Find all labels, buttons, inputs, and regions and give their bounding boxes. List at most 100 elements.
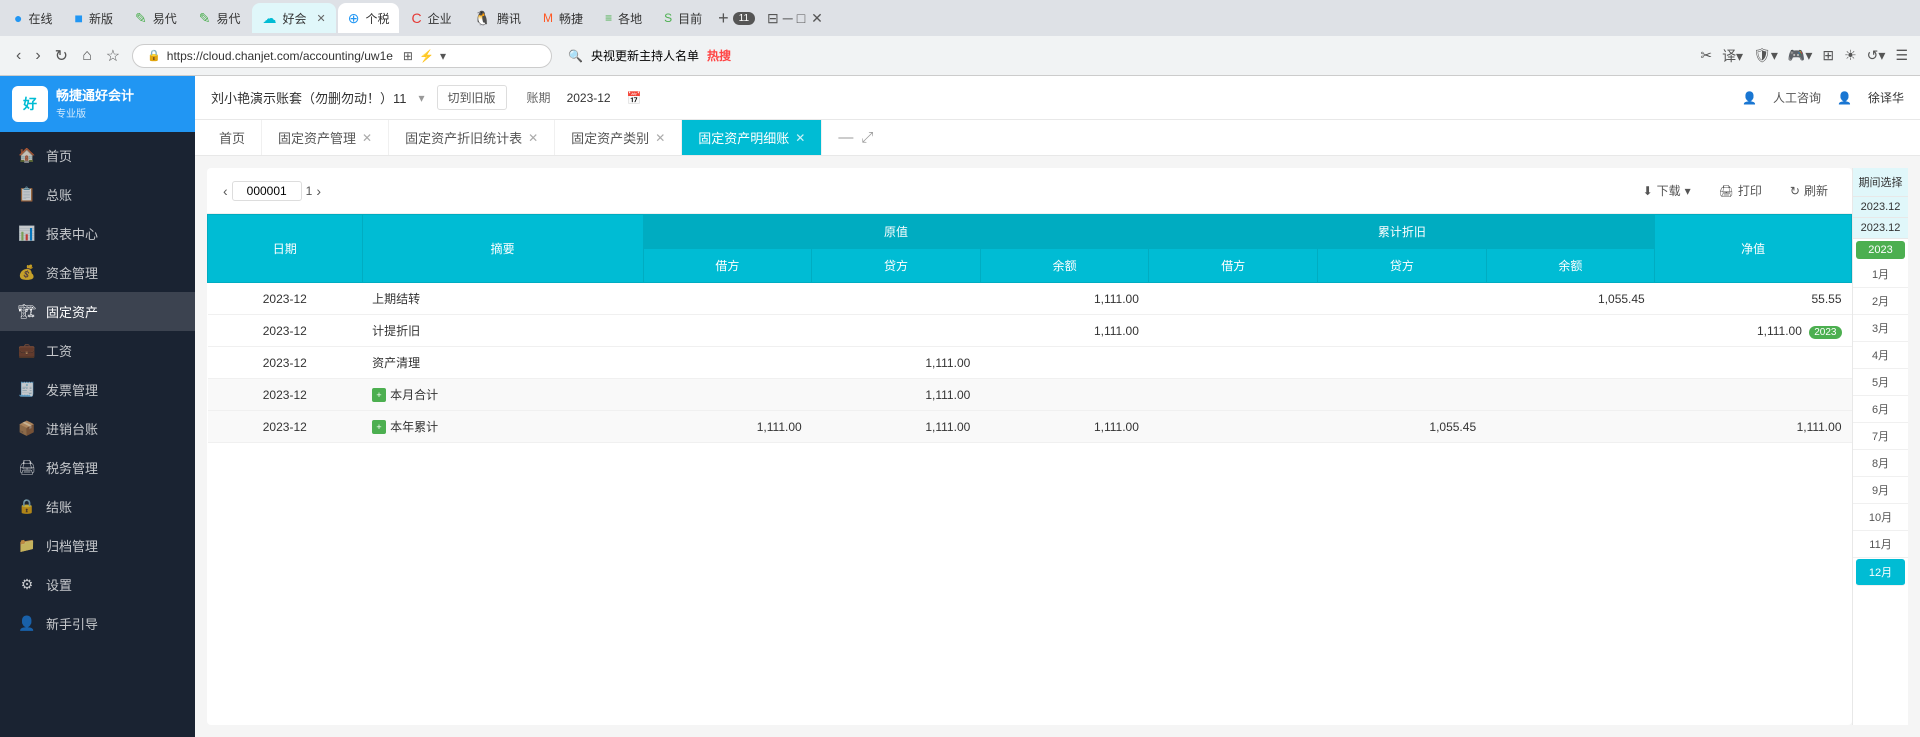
tab-depreciation[interactable]: 固定资产折旧统计表 ✕ bbox=[389, 120, 555, 155]
period-month-12[interactable]: 12月 bbox=[1856, 559, 1905, 586]
search-icon: 🔍 bbox=[568, 49, 583, 63]
period-month-6[interactable]: 6月 bbox=[1853, 396, 1908, 423]
customer-service-label[interactable]: 人工咨询 bbox=[1773, 89, 1821, 106]
tab-detail[interactable]: 固定资产明细账 ✕ bbox=[682, 120, 822, 155]
calendar-icon[interactable]: 📅 bbox=[627, 91, 642, 105]
period-month-2[interactable]: 2月 bbox=[1853, 288, 1908, 315]
pager-prev-btn[interactable]: ‹ bbox=[223, 183, 228, 199]
tab-category-close[interactable]: ✕ bbox=[655, 131, 665, 145]
tab-depreciation-close[interactable]: ✕ bbox=[528, 131, 538, 145]
shield-icon[interactable]: 🛡▾ bbox=[1753, 47, 1778, 64]
browser-tab-online[interactable]: ● 在线 bbox=[4, 3, 62, 33]
browser-tab-yidai2[interactable]: ✎ 易代 bbox=[189, 3, 251, 33]
sidebar-item-invoice[interactable]: 🧾 发票管理 bbox=[0, 370, 195, 409]
sidebar-item-fixed-asset[interactable]: 🏗 固定资产 bbox=[0, 292, 195, 331]
sidebar-item-archive[interactable]: 📁 归档管理 bbox=[0, 526, 195, 565]
sidebar-item-fund[interactable]: 💰 资金管理 bbox=[0, 253, 195, 292]
purchase-icon: 📦 bbox=[18, 420, 36, 438]
sidebar-item-home[interactable]: 🏠 首页 bbox=[0, 136, 195, 175]
tab-detail-close[interactable]: ✕ bbox=[795, 131, 805, 145]
print-btn[interactable]: 🖨 打印 bbox=[1711, 178, 1770, 203]
user-avatar: 👤 bbox=[1837, 91, 1852, 105]
restore-window-btn[interactable]: ⊟ bbox=[767, 10, 779, 27]
sidebar-item-tax[interactable]: 🖨 税务管理 bbox=[0, 448, 195, 487]
grid-icon[interactable]: ⊞ bbox=[1822, 47, 1834, 64]
browser-tab-haohui-close[interactable]: ✕ bbox=[316, 12, 325, 25]
undo-icon[interactable]: ↺▾ bbox=[1867, 47, 1886, 64]
period-month-3[interactable]: 3月 bbox=[1853, 315, 1908, 342]
expand-panel-btn[interactable]: ⤢ bbox=[861, 129, 873, 146]
table-row: 2023-12 计提折旧 1,111.00 1,111.00 bbox=[208, 315, 1852, 347]
address-input[interactable]: 🔒 https://cloud.chanjet.com/accounting/u… bbox=[132, 44, 552, 68]
maximize-btn[interactable]: □ bbox=[797, 10, 805, 26]
tab-category-label: 固定资产类别 bbox=[571, 128, 649, 147]
row4-date: 2023-12 bbox=[208, 379, 363, 411]
home-btn[interactable]: ⌂ bbox=[78, 43, 96, 69]
period-month-9[interactable]: 9月 bbox=[1853, 477, 1908, 504]
th-orig-debit: 借方 bbox=[643, 249, 812, 283]
sidebar-label-archive: 归档管理 bbox=[46, 536, 98, 555]
sidebar-label-home: 首页 bbox=[46, 146, 72, 165]
tab-fixed-mgmt[interactable]: 固定资产管理 ✕ bbox=[262, 120, 389, 155]
tab-fixed-mgmt-close[interactable]: ✕ bbox=[362, 131, 372, 145]
address-text: https://cloud.chanjet.com/accounting/uw1… bbox=[167, 49, 393, 63]
report-icon: 📊 bbox=[18, 225, 36, 243]
sidebar-label-settings: 设置 bbox=[46, 575, 72, 594]
period-month-11[interactable]: 11月 bbox=[1853, 531, 1908, 558]
scissors-icon[interactable]: ✂ bbox=[1700, 47, 1712, 64]
browser-tab-haohui[interactable]: ☁ 好会 ✕ bbox=[252, 3, 335, 33]
period-date1[interactable]: 2023.12 bbox=[1853, 197, 1908, 218]
menu-icon[interactable]: ☰ bbox=[1895, 47, 1908, 64]
download-btn[interactable]: ⬇ 下载 ▾ bbox=[1635, 178, 1699, 203]
refresh-btn[interactable]: ↻ 刷新 bbox=[1782, 178, 1836, 203]
game-icon[interactable]: 🎮▾ bbox=[1788, 47, 1812, 64]
translate-icon[interactable]: 译▾ bbox=[1722, 46, 1743, 66]
browser-tab-changjie[interactable]: M 畅捷 bbox=[533, 3, 593, 33]
refresh-icon: ↻ bbox=[1790, 184, 1800, 198]
download-dropdown-icon[interactable]: ▾ bbox=[1685, 184, 1691, 198]
fixed-asset-icon: 🏗 bbox=[18, 303, 36, 321]
collapse-panel-btn[interactable]: — bbox=[838, 129, 853, 146]
tab-category[interactable]: 固定资产类别 ✕ bbox=[555, 120, 682, 155]
period-month-4[interactable]: 4月 bbox=[1853, 342, 1908, 369]
minimize-btn[interactable]: ─ bbox=[783, 10, 793, 26]
close-window-btn[interactable]: ✕ bbox=[811, 10, 823, 27]
browser-tab-qiye[interactable]: C 企业 bbox=[401, 3, 461, 33]
switch-version-btn[interactable]: 切到旧版 bbox=[437, 85, 507, 110]
back-btn[interactable]: ‹ bbox=[12, 43, 25, 69]
tab-home[interactable]: 首页 bbox=[203, 120, 262, 155]
sidebar-item-closing[interactable]: 🔒 结账 bbox=[0, 487, 195, 526]
period-month-8[interactable]: 8月 bbox=[1853, 450, 1908, 477]
browser-tab-tengxun[interactable]: 🐧 腾讯 bbox=[464, 3, 531, 33]
sidebar-item-salary[interactable]: 💼 工资 bbox=[0, 331, 195, 370]
reload-btn[interactable]: ↻ bbox=[51, 42, 72, 70]
forward-btn[interactable]: › bbox=[31, 43, 44, 69]
period-month-7[interactable]: 7月 bbox=[1853, 423, 1908, 450]
table-row-summary-year: 2023-12 + 本年累计 1,111.00 1,111.00 1,111.0 bbox=[208, 411, 1852, 443]
browser-tab-gedi[interactable]: ≡ 各地 bbox=[595, 3, 652, 33]
pager-number-input[interactable] bbox=[232, 181, 302, 201]
browser-tab-new[interactable]: ■ 新版 bbox=[64, 3, 122, 33]
dropdown-icon[interactable]: ▾ bbox=[440, 49, 446, 63]
new-tab-btn[interactable]: + bbox=[718, 8, 729, 29]
pager-next-btn[interactable]: › bbox=[316, 183, 321, 199]
sidebar-item-purchase[interactable]: 📦 进销台账 bbox=[0, 409, 195, 448]
period-year[interactable]: 2023 bbox=[1856, 241, 1905, 259]
browser-tab-gesui[interactable]: ⊕ 个税 bbox=[338, 3, 400, 33]
period-month-5[interactable]: 5月 bbox=[1853, 369, 1908, 396]
hot-search-label[interactable]: 热搜 bbox=[707, 47, 731, 64]
browser-tab-yidai1[interactable]: ✎ 易代 bbox=[125, 3, 187, 33]
bookmark-btn[interactable]: ☆ bbox=[102, 42, 124, 70]
row1-acc-credit bbox=[1318, 283, 1487, 315]
sidebar-item-ledger[interactable]: 📋 总账 bbox=[0, 175, 195, 214]
sidebar-item-report[interactable]: 📊 报表中心 bbox=[0, 214, 195, 253]
sidebar-item-guide[interactable]: 👤 新手引导 bbox=[0, 604, 195, 643]
summary-year-icon: + bbox=[372, 420, 386, 434]
detail-toolbar: ‹ 1 › ⬇ 下载 ▾ 🖨 bbox=[207, 168, 1852, 214]
sidebar-item-settings[interactable]: ⚙ 设置 bbox=[0, 565, 195, 604]
period-date2[interactable]: 2023.12 bbox=[1853, 218, 1908, 239]
browser-tab-muqian[interactable]: S 目前 bbox=[654, 3, 712, 33]
sun-icon[interactable]: ☀ bbox=[1844, 47, 1857, 64]
period-month-1[interactable]: 1月 bbox=[1853, 261, 1908, 288]
period-month-10[interactable]: 10月 bbox=[1853, 504, 1908, 531]
